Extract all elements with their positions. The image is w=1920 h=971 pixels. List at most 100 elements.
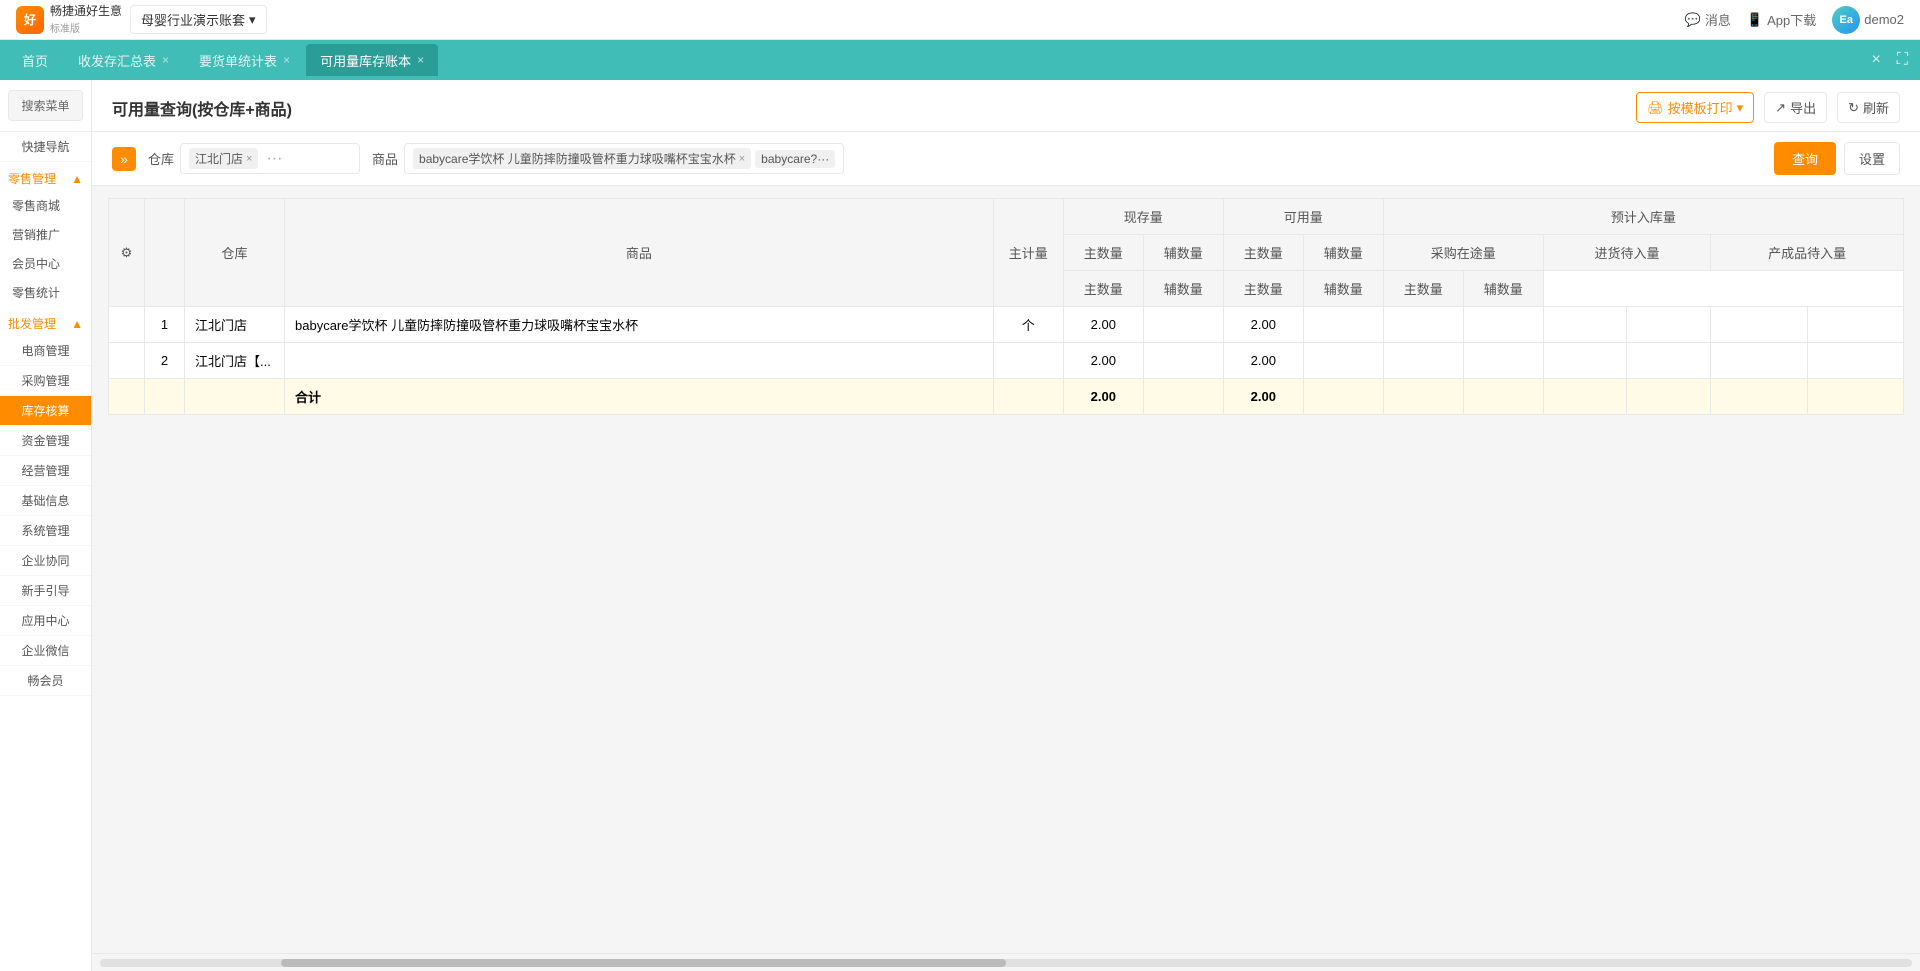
sidebar-retail-arrow: ▲ [71,172,83,186]
th-product: 商品 [285,199,994,307]
sidebar-search-area: 搜索菜单 [0,80,91,132]
sidebar-item-system[interactable]: 系统管理 [0,516,91,546]
warehouse-filter-input[interactable]: 江北门店 × ··· [180,143,360,174]
cell-avail-aux-1 [1303,307,1383,343]
filter-actions: 查询 设置 [1774,142,1900,175]
product-tag1: babycare学饮杯 儿童防摔防撞吸管杯重力球吸嘴杯宝宝水杯 × [413,148,751,169]
sidebar-item-marketing[interactable]: 营销推广 [0,220,91,249]
tab-order-stats-close[interactable]: × [283,53,290,67]
nav-expand[interactable]: ⛶ [1893,47,1912,73]
main-layout: 搜索菜单 快捷导航 零售管理 ▲ 零售商城 营销推广 会员中心 零售统计 批发管… [0,80,1920,971]
sidebar-retail-label: 零售管理 [8,170,56,187]
sidebar-item-members[interactable]: 会员中心 [0,249,91,278]
sidebar-item-wechat[interactable]: 企业微信 [0,636,91,666]
th-warehouse: 仓库 [185,199,285,307]
refresh-icon: ↻ [1848,100,1859,116]
sidebar-item-ecommerce[interactable]: 电商管理 [0,336,91,366]
sidebar: 搜索菜单 快捷导航 零售管理 ▲ 零售商城 营销推广 会员中心 零售统计 批发管… [0,80,92,971]
th-stock-main: 主数量 [1063,235,1143,271]
warehouse-filter-group: 仓库 江北门店 × ··· [148,143,360,174]
tab-stock-summary-close[interactable]: × [162,53,169,67]
tab-stock-summary-label: 收发存汇总表 [78,51,156,70]
nav-tabs: 首页 收发存汇总表 × 要货单统计表 × 可用量库存账本 × × ⛶ [0,40,1920,80]
user-area[interactable]: Ea demo2 [1832,6,1904,34]
warehouse-tag-remove[interactable]: × [246,153,252,165]
cell-stock-aux-2 [1143,343,1223,379]
cell-stock-aux-1 [1143,307,1223,343]
sidebar-item-apps[interactable]: 应用中心 [0,606,91,636]
summary-purchase-aux [1463,379,1543,415]
th-incoming-main: 主数量 [1223,271,1303,307]
top-bar: 好 畅捷通好生意 标准版 母婴行业演示账套 ▾ 💬 消息 📱 App下载 Ea … [0,0,1920,40]
horizontal-scrollbar[interactable] [100,959,1912,967]
cell-avail-aux-2 [1303,343,1383,379]
cell-stock-main-2: 2.00 [1063,343,1143,379]
sidebar-item-purchase[interactable]: 采购管理 [0,366,91,396]
tab-stock-summary[interactable]: 收发存汇总表 × [64,44,183,76]
tab-available-inventory-close[interactable]: × [417,53,424,67]
search-menu-btn[interactable]: 搜索菜单 [8,90,83,121]
sidebar-item-basics[interactable]: 基础信息 [0,486,91,516]
print-btn[interactable]: 🖨 按模板打印 ▾ [1636,92,1754,123]
cell-purchase-aux-1 [1463,307,1543,343]
sidebar-item-operations[interactable]: 经营管理 [0,456,91,486]
tab-home[interactable]: 首页 [8,44,62,76]
avatar: Ea [1832,6,1860,34]
summary-stock-main: 2.00 [1063,379,1143,415]
summary-empty-4 [993,379,1063,415]
sidebar-item-quicknav[interactable]: 快捷导航 [0,132,91,162]
sidebar-item-inventory[interactable]: 库存核算 [0,396,91,426]
th-purchase-group: 采购在途量 [1383,235,1543,271]
sidebar-item-finance[interactable]: 资金管理 [0,426,91,456]
summary-production-aux [1807,379,1903,415]
cell-no-2: 2 [145,343,185,379]
sidebar-section-wholesale[interactable]: 批发管理 ▲ [0,307,91,336]
summary-empty-1 [109,379,145,415]
message-btn[interactable]: 💬 消息 [1685,10,1731,29]
query-btn[interactable]: 查询 [1774,142,1836,175]
logo-app-name: 畅捷通好生意 [50,4,122,20]
sidebar-item-retail-mall[interactable]: 零售商城 [0,191,91,220]
content-area: 可用量查询(按仓库+商品) 🖨 按模板打印 ▾ ↗ 导出 ↻ 刷新 » [92,80,1920,971]
org-selector[interactable]: 母婴行业演示账套 ▾ [130,5,267,34]
top-bar-right: 💬 消息 📱 App下载 Ea demo2 [1685,6,1904,34]
sidebar-item-retail-stats[interactable]: 零售统计 [0,278,91,307]
sidebar-item-enterprise[interactable]: 企业协同 [0,546,91,576]
sidebar-item-newbie[interactable]: 新手引导 [0,576,91,606]
app-label: App下载 [1767,10,1816,29]
th-production-aux: 辅数量 [1463,271,1543,307]
nav-close-all[interactable]: × [1867,47,1884,73]
cell-no-1: 1 [145,307,185,343]
summary-production-main [1711,379,1807,415]
tab-order-stats[interactable]: 要货单统计表 × [185,44,304,76]
tab-available-inventory[interactable]: 可用量库存账本 × [306,44,438,76]
th-production-group: 产成品待入量 [1711,235,1904,271]
logo-sub-text: 标准版 [50,20,122,35]
cell-warehouse-2: 江北门店【... [185,343,285,379]
product-tag1-remove[interactable]: × [739,153,745,165]
filter-expand-btn[interactable]: » [112,147,136,171]
summary-avail-aux [1303,379,1383,415]
sidebar-item-member-plus[interactable]: 畅会员 [0,666,91,696]
cell-incoming-main-2 [1543,343,1627,379]
filter-bar: » 仓库 江北门店 × ··· 商品 babycare学饮杯 儿童防摔防撞吸管杯… [92,132,1920,186]
th-unit: 主计量 [993,199,1063,307]
refresh-btn[interactable]: ↻ 刷新 [1837,92,1900,123]
warehouse-tag-text: 江北门店 [195,150,243,167]
table-row: 2 江北门店【... 2.00 2.00 [109,343,1904,379]
summary-purchase-main [1383,379,1463,415]
cell-production-aux-2 [1807,343,1903,379]
settings-btn[interactable]: 设置 [1844,142,1900,175]
export-btn[interactable]: ↗ 导出 [1764,92,1827,123]
th-incoming-aux: 辅数量 [1303,271,1383,307]
cell-purchase-main-1 [1383,307,1463,343]
print-label: 按模板打印 [1668,98,1733,117]
sidebar-section-retail[interactable]: 零售管理 ▲ [0,162,91,191]
warehouse-more[interactable]: ··· [262,150,286,168]
app-download-btn[interactable]: 📱 App下载 [1747,10,1816,29]
cell-unit-2 [993,343,1063,379]
th-settings[interactable]: ⚙ [109,199,145,307]
th-stock-aux: 辅数量 [1143,235,1223,271]
product-filter-input[interactable]: babycare学饮杯 儿童防摔防撞吸管杯重力球吸嘴杯宝宝水杯 × babyca… [404,143,844,174]
cell-production-aux-1 [1807,307,1903,343]
